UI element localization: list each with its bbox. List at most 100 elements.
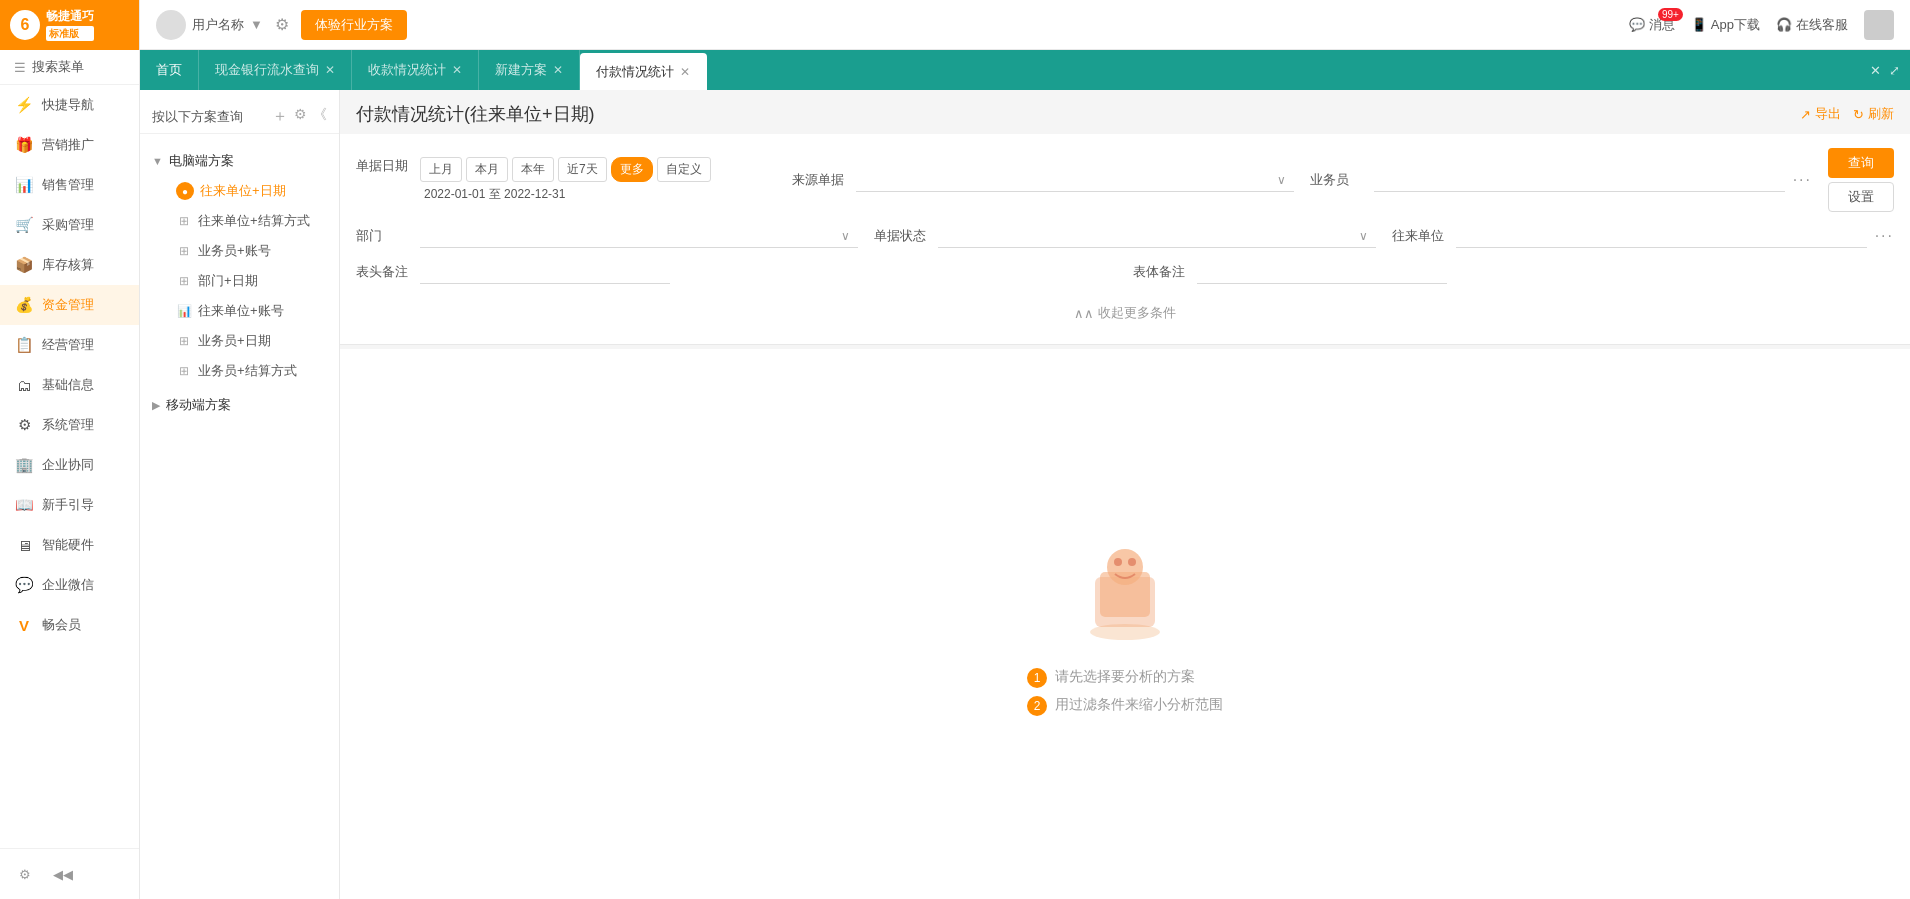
search-menu[interactable]: ☰ 搜索菜单 bbox=[0, 50, 139, 85]
settings-gear-icon[interactable]: ⚙ bbox=[275, 15, 289, 34]
system-icon: ⚙ bbox=[14, 415, 34, 435]
collapse-panel-icon[interactable]: 《 bbox=[313, 106, 327, 127]
tip-num-1: 1 bbox=[1027, 668, 1047, 688]
mobile-section-arrow: ▶ bbox=[152, 399, 160, 412]
scheme-item-dept-date[interactable]: ⊞ 部门+日期 bbox=[152, 266, 327, 296]
dept-label: 部门 bbox=[356, 227, 412, 245]
sidebar-item-guide[interactable]: 📖 新手引导 bbox=[0, 485, 139, 525]
tab-home[interactable]: 首页 bbox=[140, 50, 199, 90]
empty-illustration bbox=[1065, 532, 1185, 652]
user-profile-avatar[interactable] bbox=[1864, 10, 1894, 40]
topbar-user[interactable]: 用户名称 ▼ bbox=[156, 10, 263, 40]
sidebar-item-vip[interactable]: V 畅会员 bbox=[0, 605, 139, 645]
new-scheme-tab-close-icon[interactable]: ✕ bbox=[553, 63, 563, 77]
scheme-item-staff-account[interactable]: ⊞ 业务员+账号 bbox=[152, 236, 327, 266]
payment-tab-label: 付款情况统计 bbox=[596, 63, 674, 81]
settings-icon[interactable]: ⚙ bbox=[10, 859, 40, 889]
message-btn[interactable]: 💬 消息 99+ bbox=[1629, 16, 1675, 34]
user-avatar bbox=[156, 10, 186, 40]
scheme-item-unit-date[interactable]: ● 往来单位+日期 bbox=[152, 176, 327, 206]
sidebar-item-operation[interactable]: 📋 经营管理 bbox=[0, 325, 139, 365]
dept-select[interactable]: ∨ bbox=[420, 225, 858, 248]
service-icon: 🎧 bbox=[1776, 17, 1792, 32]
sales-icon: 📊 bbox=[14, 175, 34, 195]
tab-maximize-icon[interactable]: ⤢ bbox=[1889, 63, 1900, 78]
date-options: 上月 本月 本年 近7天 更多 自定义 bbox=[420, 157, 711, 182]
online-service-btn[interactable]: 🎧 在线客服 bbox=[1776, 16, 1848, 34]
unit-account-icon: 📊 bbox=[176, 303, 192, 319]
scheme-item-staff-date[interactable]: ⊞ 业务员+日期 bbox=[152, 326, 327, 356]
filter-row-3: 表头备注 表体备注 bbox=[356, 260, 1894, 284]
sidebar-item-purchase[interactable]: 🛒 采购管理 bbox=[0, 205, 139, 245]
status-select[interactable]: ∨ bbox=[938, 225, 1376, 248]
empty-tip-1: 1 请先选择要分析的方案 bbox=[1027, 668, 1223, 688]
date-opt-last-month[interactable]: 上月 bbox=[420, 157, 462, 182]
sidebar-item-quick-nav[interactable]: ⚡ 快捷导航 bbox=[0, 85, 139, 125]
refresh-btn[interactable]: ↻ 刷新 bbox=[1853, 105, 1894, 123]
sidebar-item-hardware[interactable]: 🖥 智能硬件 bbox=[0, 525, 139, 565]
sidebar-item-sales[interactable]: 📊 销售管理 bbox=[0, 165, 139, 205]
sidebar-item-basic[interactable]: 🗂 基础信息 bbox=[0, 365, 139, 405]
page-header-actions: ↗ 导出 ↻ 刷新 bbox=[1800, 105, 1894, 123]
empty-state: 1 请先选择要分析的方案 2 用过滤条件来缩小分析范围 bbox=[340, 349, 1910, 899]
date-range-text: 2022-01-01 至 2022-12-31 bbox=[424, 186, 711, 203]
app-download-btn[interactable]: 📱 App下载 bbox=[1691, 16, 1760, 34]
tab-receipt[interactable]: 收款情况统计 ✕ bbox=[352, 50, 479, 90]
filter-row-2: 部门 ∨ 单据状态 ∨ 往来单位 bbox=[356, 224, 1894, 248]
dept-date-icon: ⊞ bbox=[176, 273, 192, 289]
sidebar-item-marketing[interactable]: 🎁 营销推广 bbox=[0, 125, 139, 165]
collapse-sidebar-icon[interactable]: ◀◀ bbox=[48, 859, 78, 889]
scheme-settings-icon[interactable]: ⚙ bbox=[294, 106, 307, 127]
source-select[interactable]: ∨ bbox=[856, 169, 1294, 192]
sidebar-item-system[interactable]: ⚙ 系统管理 bbox=[0, 405, 139, 445]
desktop-section-toggle[interactable]: ▼ 电脑端方案 bbox=[152, 146, 327, 176]
trial-industry-btn[interactable]: 体验行业方案 bbox=[301, 10, 407, 40]
empty-tip-2: 2 用过滤条件来缩小分析范围 bbox=[1027, 696, 1223, 716]
header-note-input[interactable] bbox=[420, 260, 670, 284]
date-opt-custom[interactable]: 自定义 bbox=[657, 157, 711, 182]
sidebar-item-finance[interactable]: 💰 资金管理 bbox=[0, 285, 139, 325]
sidebar-item-wechat[interactable]: 💬 企业微信 bbox=[0, 565, 139, 605]
staff-filter-group: 业务员 ··· bbox=[1310, 168, 1812, 192]
message-badge: 99+ bbox=[1658, 8, 1683, 21]
date-opt-this-month[interactable]: 本月 bbox=[466, 157, 508, 182]
receipt-tab-close-icon[interactable]: ✕ bbox=[452, 63, 462, 77]
query-btn[interactable]: 查询 bbox=[1828, 148, 1894, 178]
setting-btn[interactable]: 设置 bbox=[1828, 182, 1894, 212]
scheme-item-unit-settle[interactable]: ⊞ 往来单位+结算方式 bbox=[152, 206, 327, 236]
scheme-item-unit-account[interactable]: 📊 往来单位+账号 bbox=[152, 296, 327, 326]
scheme-item-staff-settle[interactable]: ⊞ 业务员+结算方式 bbox=[152, 356, 327, 386]
export-btn[interactable]: ↗ 导出 bbox=[1800, 105, 1841, 123]
add-scheme-icon[interactable]: ＋ bbox=[272, 106, 288, 127]
date-opt-this-year[interactable]: 本年 bbox=[512, 157, 554, 182]
unit-filter-group: 往来单位 ··· bbox=[1392, 224, 1894, 248]
body-note-input[interactable] bbox=[1197, 260, 1447, 284]
staff-more-icon[interactable]: ··· bbox=[1793, 171, 1812, 189]
unit-input[interactable] bbox=[1456, 224, 1867, 248]
bank-tab-close-icon[interactable]: ✕ bbox=[325, 63, 335, 77]
date-opt-more[interactable]: 更多 bbox=[611, 157, 653, 182]
unit-more-icon[interactable]: ··· bbox=[1875, 227, 1894, 245]
unit-date-icon: ● bbox=[176, 182, 194, 200]
desktop-scheme-section: ▼ 电脑端方案 ● 往来单位+日期 ⊞ 往来单位+结算方式 ⊞ 业务员+账号 ⊞ bbox=[140, 142, 339, 390]
tab-bank[interactable]: 现金银行流水查询 ✕ bbox=[199, 50, 352, 90]
hardware-icon: 🖥 bbox=[14, 535, 34, 555]
app-icon: 📱 bbox=[1691, 17, 1707, 32]
tab-new-scheme[interactable]: 新建方案 ✕ bbox=[479, 50, 580, 90]
page-title: 付款情况统计(往来单位+日期) bbox=[356, 102, 595, 126]
sidebar-item-enterprise[interactable]: 🏢 企业协同 bbox=[0, 445, 139, 485]
desktop-section-arrow: ▼ bbox=[152, 155, 163, 167]
bank-tab-label: 现金银行流水查询 bbox=[215, 61, 319, 79]
collapse-icon: ∧∧ bbox=[1074, 306, 1094, 321]
collapse-conditions-btn[interactable]: ∧∧ 收起更多条件 bbox=[356, 296, 1894, 330]
tab-payment[interactable]: 付款情况统计 ✕ bbox=[580, 53, 707, 90]
tab-close-all-icon[interactable]: ✕ bbox=[1870, 63, 1881, 78]
logo-icon: 6 bbox=[10, 10, 40, 40]
quick-nav-icon: ⚡ bbox=[14, 95, 34, 115]
tip-num-2: 2 bbox=[1027, 696, 1047, 716]
sidebar-item-inventory[interactable]: 📦 库存核算 bbox=[0, 245, 139, 285]
date-opt-7days[interactable]: 近7天 bbox=[558, 157, 607, 182]
payment-tab-close-icon[interactable]: ✕ bbox=[680, 65, 690, 79]
staff-input[interactable] bbox=[1374, 168, 1785, 192]
mobile-section-toggle[interactable]: ▶ 移动端方案 bbox=[140, 390, 339, 420]
